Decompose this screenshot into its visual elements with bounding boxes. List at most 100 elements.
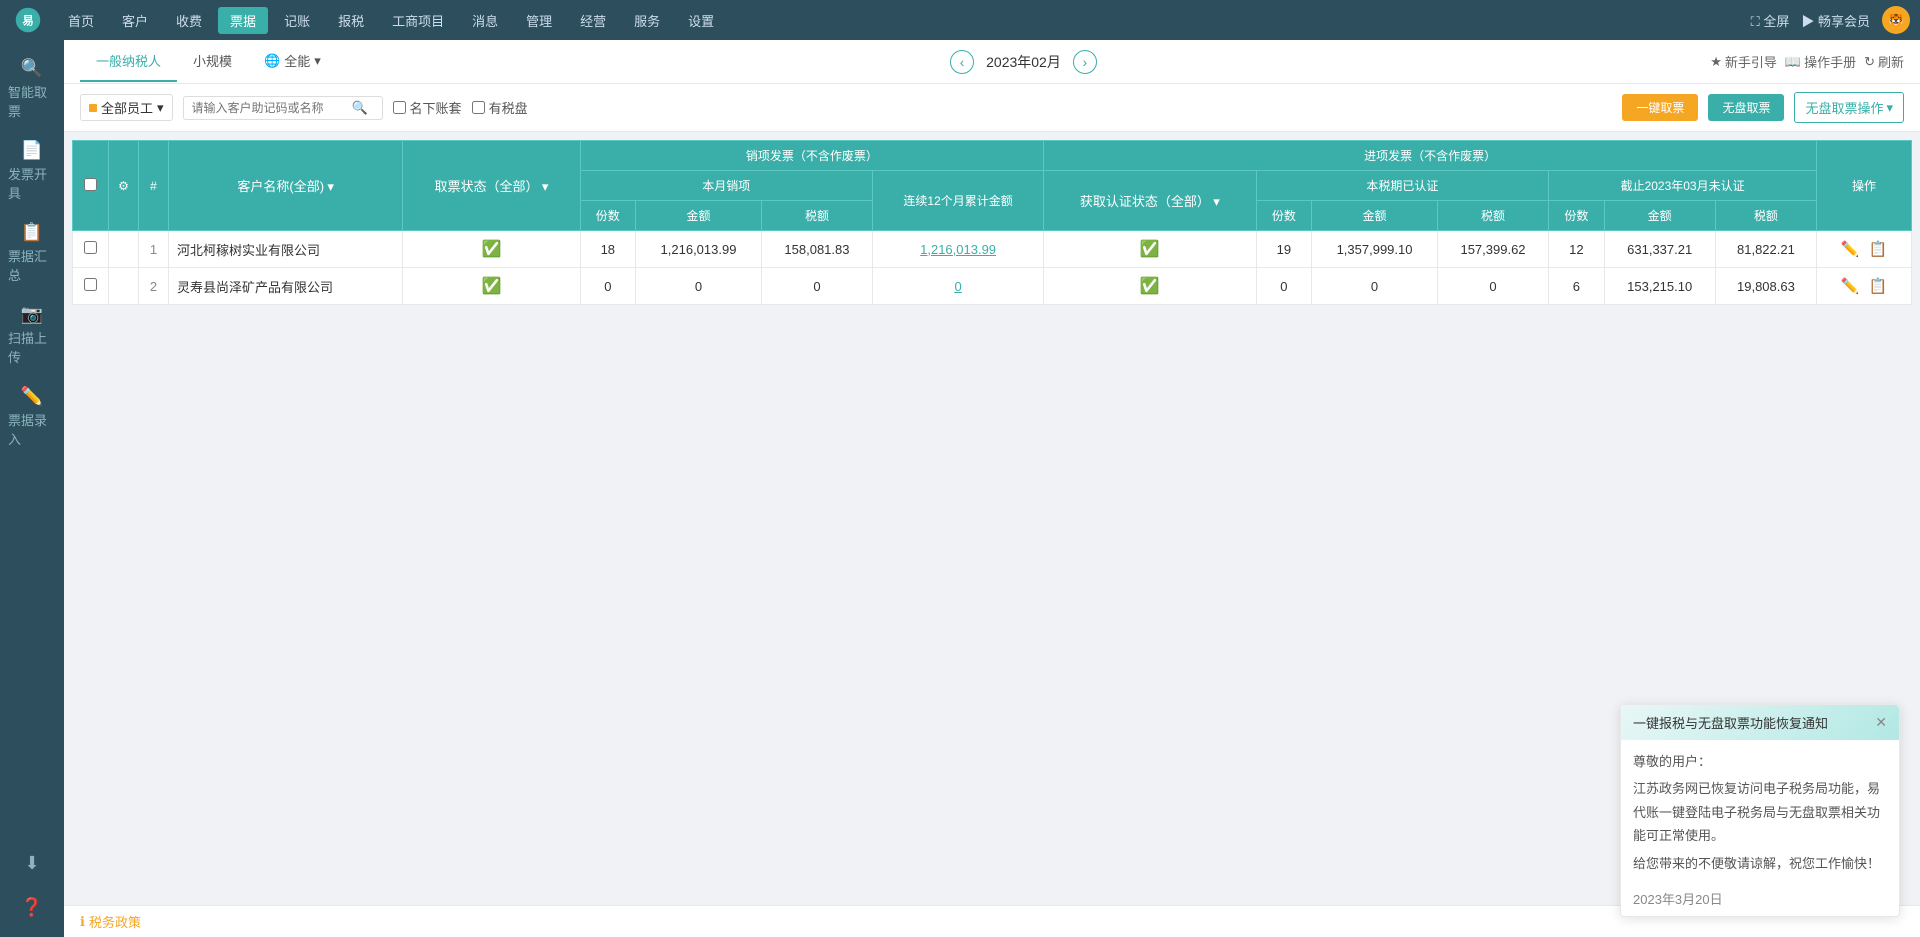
th-settings: ⚙ (109, 141, 139, 231)
tax-disk-checkbox[interactable] (472, 101, 485, 114)
th-pun-count: 份数 (1549, 201, 1605, 231)
row-prec-count: 19 (1256, 231, 1312, 268)
prev-period-button[interactable]: ‹ (950, 50, 974, 74)
purchase-status-filter-icon[interactable]: ▾ (1213, 194, 1220, 209)
nav-customer[interactable]: 客户 (110, 7, 160, 34)
row-customer: 灵寿县尚泽矿产品有限公司 (169, 268, 403, 305)
edit-icon[interactable]: ✏️ (1841, 278, 1860, 295)
new-guide-button[interactable]: ★ 新手引导 (1710, 52, 1777, 71)
summary-icon: 📋 (21, 222, 43, 243)
row-sales-12m[interactable]: 1,216,013.99 (873, 231, 1044, 268)
select-all-checkbox[interactable] (84, 178, 97, 191)
fullscreen-button[interactable]: ⛶ 全屏 (1751, 11, 1790, 30)
row-prec-tax: 157,399.62 (1437, 231, 1548, 268)
row-sales-tax: 0 (761, 268, 872, 305)
nav-operate[interactable]: 经营 (568, 7, 618, 34)
customer-filter-icon[interactable]: ▾ (327, 179, 334, 194)
th-purchase-recognized: 本税期已认证 (1256, 171, 1548, 201)
notification-header: 一键报税与无盘取票功能恢复通知 ✕ (1621, 705, 1899, 740)
employee-select[interactable]: 全部员工 ▾ (80, 94, 173, 121)
nav-ticket[interactable]: 票据 (218, 7, 268, 34)
notification-greeting: 尊敬的用户： (1633, 750, 1887, 773)
app-logo: 易 (10, 2, 46, 38)
chevron-down-icon: ▾ (314, 53, 321, 69)
download-icon[interactable]: ⬇ (14, 845, 50, 881)
subaccount-filter[interactable]: 名下账套 (393, 98, 462, 117)
view-icon[interactable]: 📋 (1869, 278, 1888, 295)
search-input[interactable] (192, 101, 352, 115)
sidebar-item-invoice[interactable]: 📄 发票开具 (4, 132, 60, 210)
row-sales-amount: 1,216,013.99 (636, 231, 762, 268)
employee-select-label: 全部员工 (101, 98, 153, 117)
nav-manage[interactable]: 管理 (514, 7, 564, 34)
sidebar-item-summary[interactable]: 📋 票据汇总 (4, 214, 60, 292)
all-capable-icon: 🌐 (264, 53, 280, 69)
row-pun-tax: 81,822.21 (1715, 231, 1816, 268)
search-icon[interactable]: 🔍 (352, 100, 368, 116)
sidebar-item-scan[interactable]: 📷 扫描上传 (4, 296, 60, 374)
row-pun-count: 12 (1549, 231, 1605, 268)
take-status-filter-icon[interactable]: ▾ (542, 179, 549, 194)
one-click-ticket-button[interactable]: 一键取票 (1622, 94, 1698, 121)
view-icon[interactable]: 📋 (1869, 241, 1888, 258)
subaccount-checkbox[interactable] (393, 101, 406, 114)
notification-title: 一键报税与无盘取票功能恢复通知 (1633, 713, 1828, 732)
diskless-more-button[interactable]: 无盘取票操作 ▾ (1794, 92, 1904, 123)
nav-home[interactable]: 首页 (56, 7, 106, 34)
row-settings-cell (109, 268, 139, 305)
tab-small-scale[interactable]: 小规模 (177, 41, 248, 82)
user-avatar[interactable]: 🐯 (1882, 6, 1910, 34)
refresh-button[interactable]: ↻ 刷新 (1864, 52, 1904, 71)
row-index: 1 (139, 231, 169, 268)
th-index: # (139, 141, 169, 231)
nav-settings[interactable]: 设置 (676, 7, 726, 34)
edit-icon[interactable]: ✏️ (1841, 241, 1860, 258)
nav-service[interactable]: 服务 (622, 7, 672, 34)
row-action-cell: ✏️ 📋 (1817, 231, 1912, 268)
th-take-status: 取票状态（全部） ▾ (403, 141, 580, 231)
notification-text: 江苏政务网已恢复访问电子税务局功能，易代账一键登陆电子税务局与无盘取票相关功能可… (1633, 777, 1887, 847)
nav-business[interactable]: 工商项目 (380, 7, 456, 34)
th-purchase-unrecognized: 截止2023年03月未认证 (1549, 171, 1817, 201)
notification-date: 2023年3月20日 (1621, 885, 1899, 916)
row-pun-amount: 631,337.21 (1604, 231, 1715, 268)
th-sales-count: 份数 (580, 201, 636, 231)
notification-close-button[interactable]: ✕ (1875, 714, 1887, 731)
next-period-button[interactable]: › (1073, 50, 1097, 74)
table-row: 2 灵寿县尚泽矿产品有限公司 ✅ 0 0 0 0 ✅ 0 0 0 6 153,2… (73, 268, 1912, 305)
th-sales-tax: 税额 (761, 201, 872, 231)
row-checkbox[interactable] (84, 241, 97, 254)
th-prec-count: 份数 (1256, 201, 1312, 231)
notification-closing: 给您带来的不便敬请谅解，祝您工作愉快！ (1633, 852, 1887, 875)
diskless-ticket-button[interactable]: 无盘取票 (1708, 94, 1784, 121)
sidebar-label-smart-ticket: 智能取票 (8, 82, 56, 120)
row-pun-tax: 19,808.63 (1715, 268, 1816, 305)
guide-icon: ★ (1710, 54, 1722, 70)
nav-fee[interactable]: 收费 (164, 7, 214, 34)
th-purchase-group: 进项发票（不含作废票） (1044, 141, 1817, 171)
tax-disk-filter[interactable]: 有税盘 (472, 98, 528, 117)
tab-all-capable[interactable]: 🌐 全能 ▾ (248, 41, 337, 82)
nav-tax[interactable]: 报税 (326, 7, 376, 34)
vip-button[interactable]: ▶ 畅享会员 (1801, 11, 1870, 30)
tax-policy-link[interactable]: ℹ 税务政策 (80, 912, 141, 931)
take-status-check-icon: ✅ (481, 278, 501, 295)
tab-general-taxpayer[interactable]: 一般纳税人 (80, 41, 177, 82)
sidebar-item-smart-ticket[interactable]: 🔍 智能取票 (4, 50, 60, 128)
manual-button[interactable]: 📖 操作手册 (1785, 52, 1856, 71)
help-icon[interactable]: ❓ (14, 889, 50, 925)
invoice-table: ⚙ # 客户名称(全部) ▾ (72, 140, 1912, 305)
row-action-cell: ✏️ 📋 (1817, 268, 1912, 305)
row-index: 2 (139, 268, 169, 305)
current-period: 2023年02月 (986, 52, 1061, 72)
row-checkbox[interactable] (84, 278, 97, 291)
row-purchase-status: ✅ (1044, 231, 1256, 268)
nav-message[interactable]: 消息 (460, 7, 510, 34)
period-navigation: ‹ 2023年02月 › (337, 50, 1710, 74)
row-checkbox-cell (73, 268, 109, 305)
nav-bookkeeping[interactable]: 记账 (272, 7, 322, 34)
row-take-status: ✅ (403, 231, 580, 268)
sidebar-item-entry[interactable]: ✏️ 票据录入 (4, 378, 60, 456)
row-sales-12m[interactable]: 0 (873, 268, 1044, 305)
row-take-status: ✅ (403, 268, 580, 305)
